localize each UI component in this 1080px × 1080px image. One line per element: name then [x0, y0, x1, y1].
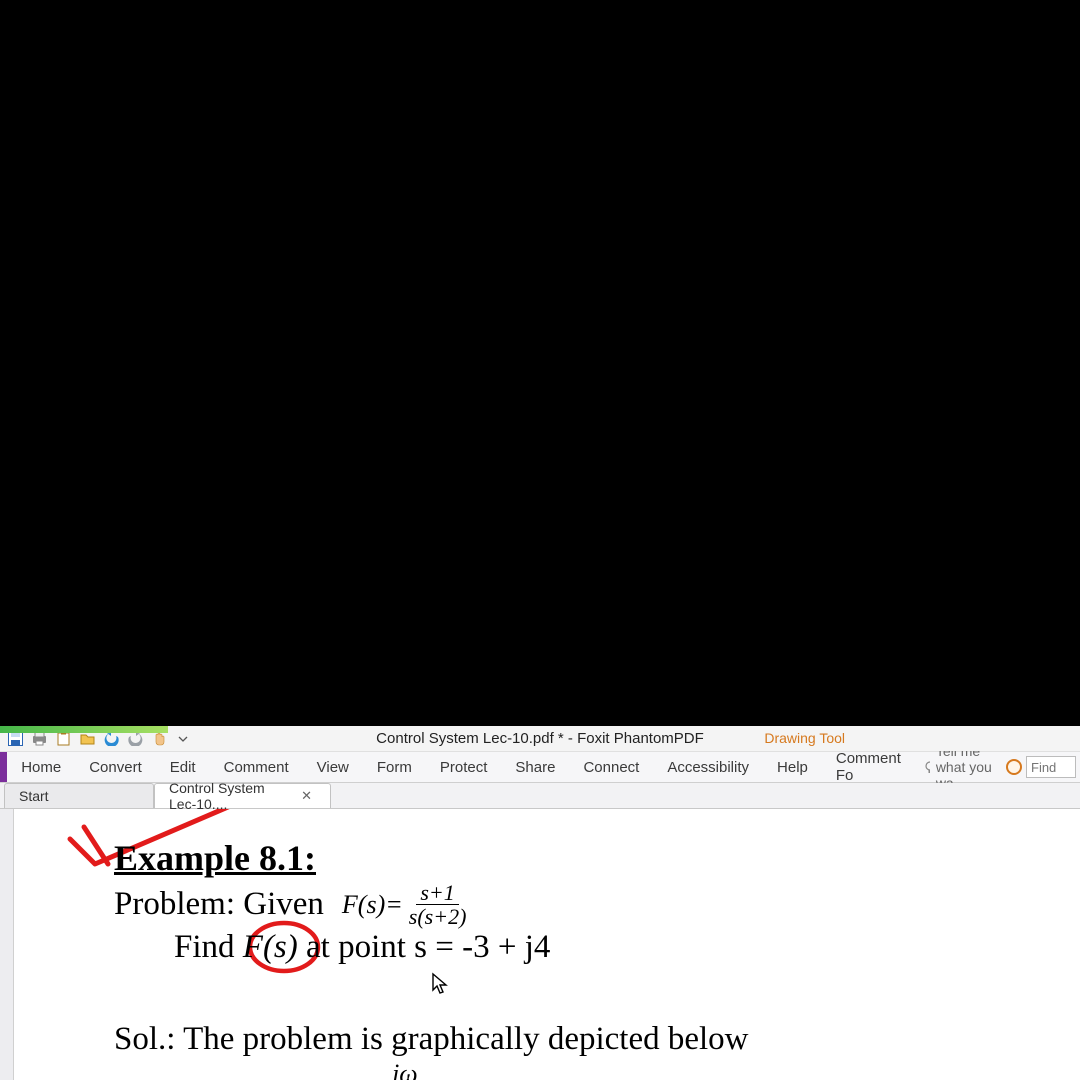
- doctab-start[interactable]: Start: [4, 783, 154, 808]
- fraction: s+1 s(s+2): [405, 881, 471, 928]
- ribbon-tabs: Home Convert Edit Comment View Form Prot…: [0, 751, 1080, 783]
- tell-me-search[interactable]: Tell me what you wa: [915, 752, 1006, 782]
- fraction-numerator: s+1: [416, 881, 458, 905]
- solution-line: Sol.: The problem is graphically depicte…: [114, 1021, 749, 1058]
- app-window: Control System Lec-10.pdf * - Foxit Phan…: [0, 726, 1080, 1080]
- tab-accessibility[interactable]: Accessibility: [653, 752, 763, 782]
- mouse-cursor-icon: [431, 972, 451, 996]
- problem-lead: Problem: Given: [114, 886, 324, 923]
- jw-label: jω: [392, 1059, 418, 1080]
- qat-dropdown-icon[interactable]: [174, 730, 192, 748]
- lightbulb-icon: [923, 760, 930, 774]
- tab-form[interactable]: Form: [363, 752, 426, 782]
- tab-comment[interactable]: Comment: [210, 752, 303, 782]
- accent-strip: [0, 726, 168, 733]
- drawing-tool-label: Drawing Tool: [764, 726, 845, 751]
- document-viewport[interactable]: Example 8.1: Problem: Given F(s)= s+1 s(…: [0, 809, 1080, 1080]
- tab-edit[interactable]: Edit: [156, 752, 210, 782]
- tab-convert[interactable]: Convert: [75, 752, 156, 782]
- doctab-current-label: Control System Lec-10....: [169, 780, 291, 812]
- close-tab-icon[interactable]: ✕: [301, 788, 312, 804]
- fs-label: F(s)=: [342, 890, 403, 920]
- doctab-start-label: Start: [19, 788, 49, 804]
- tab-connect[interactable]: Connect: [569, 752, 653, 782]
- find-group: [1006, 752, 1080, 782]
- fraction-denominator: s(s+2): [405, 905, 471, 928]
- tab-help[interactable]: Help: [763, 752, 822, 782]
- find-icon[interactable]: [1006, 759, 1022, 775]
- find-prefix: Find: [174, 929, 243, 965]
- left-gutter: [0, 809, 14, 1080]
- find-input[interactable]: [1026, 756, 1076, 778]
- tab-home[interactable]: Home: [7, 752, 75, 782]
- tab-protect[interactable]: Protect: [426, 752, 502, 782]
- find-line: Find F(s) at point s = -3 + j4: [174, 929, 550, 966]
- file-tab[interactable]: [0, 752, 7, 782]
- tab-comment-format[interactable]: Comment Fo: [822, 752, 915, 782]
- page-content: Example 8.1: Problem: Given F(s)= s+1 s(…: [14, 809, 1080, 1080]
- example-title: Example 8.1:: [114, 837, 316, 879]
- find-fs: F(s): [243, 929, 298, 965]
- tab-share[interactable]: Share: [501, 752, 569, 782]
- tab-view[interactable]: View: [303, 752, 363, 782]
- window-title: Control System Lec-10.pdf * - Foxit Phan…: [376, 726, 704, 751]
- document-tabs: Start Control System Lec-10.... ✕: [0, 783, 1080, 809]
- doctab-current[interactable]: Control System Lec-10.... ✕: [154, 783, 331, 808]
- find-rest: at point s = -3 + j4: [298, 929, 551, 965]
